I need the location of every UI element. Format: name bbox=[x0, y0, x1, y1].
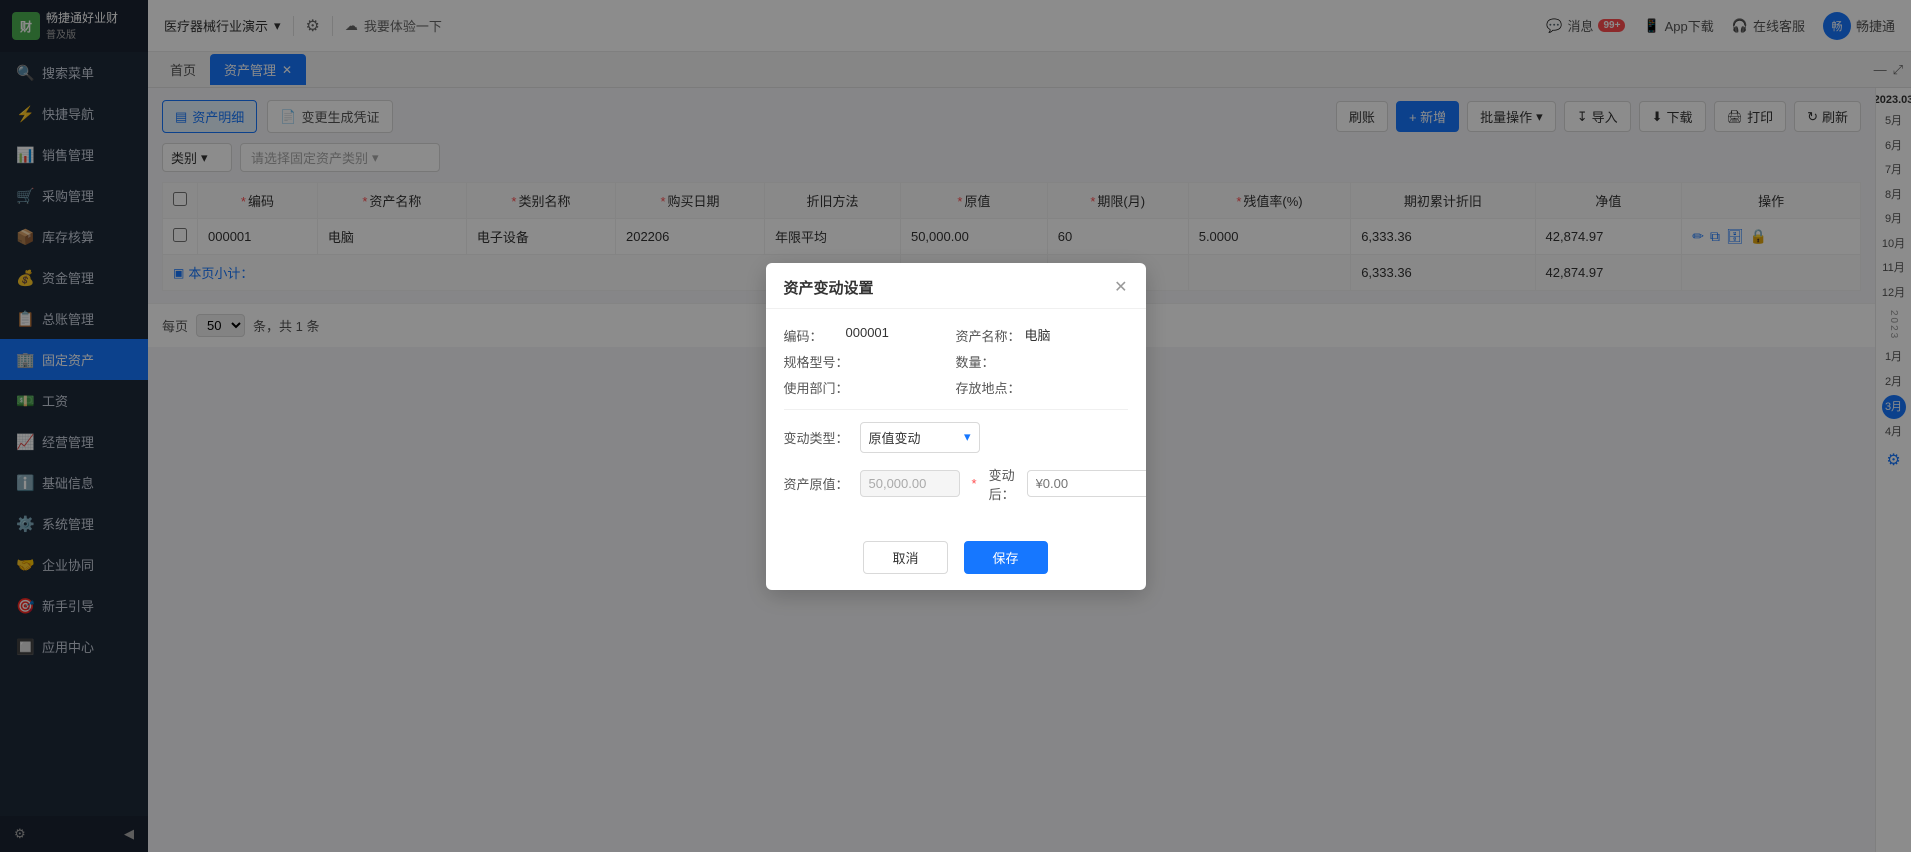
modal-overlay: 资产变动设置 ✕ 编码： 000001 资产名称： 电脑 规格型号： 数量： bbox=[0, 0, 1911, 852]
modal-cancel-button[interactable]: 取消 bbox=[863, 541, 947, 574]
modal-body: 编码： 000001 资产名称： 电脑 规格型号： 数量： 使用部门： bbox=[766, 309, 1146, 531]
asset-change-modal: 资产变动设置 ✕ 编码： 000001 资产名称： 电脑 规格型号： 数量： bbox=[766, 263, 1146, 590]
modal-value-row: 资产原值： 50,000.00 * 变动后： bbox=[784, 465, 1128, 503]
modal-code-item: 编码： 000001 bbox=[784, 325, 956, 345]
modal-divider bbox=[784, 409, 1128, 410]
modal-change-type-row: 变动类型： 原值变动 ▾ bbox=[784, 422, 1128, 453]
modal-location-item: 存放地点： bbox=[956, 377, 1128, 397]
chevron-down-icon: ▾ bbox=[964, 429, 971, 445]
modal-footer: 取消 保存 bbox=[766, 531, 1146, 590]
modal-info-grid: 编码： 000001 资产名称： 电脑 规格型号： 数量： 使用部门： bbox=[784, 325, 1128, 397]
modal-header: 资产变动设置 ✕ bbox=[766, 263, 1146, 309]
required-star: * bbox=[972, 476, 977, 491]
modal-name-item: 资产名称： 电脑 bbox=[956, 325, 1128, 345]
change-type-select[interactable]: 原值变动 ▾ bbox=[860, 422, 980, 453]
modal-spec-item: 规格型号： bbox=[784, 351, 956, 371]
modal-quantity-item: 数量： bbox=[956, 351, 1128, 371]
modal-save-button[interactable]: 保存 bbox=[964, 541, 1048, 574]
modal-title: 资产变动设置 bbox=[784, 277, 874, 298]
original-value-display: 50,000.00 bbox=[860, 470, 960, 497]
after-value-input[interactable] bbox=[1027, 470, 1146, 497]
modal-close-icon[interactable]: ✕ bbox=[1114, 277, 1127, 297]
after-label: 变动后： bbox=[989, 465, 1015, 503]
modal-dept-item: 使用部门： bbox=[784, 377, 956, 397]
